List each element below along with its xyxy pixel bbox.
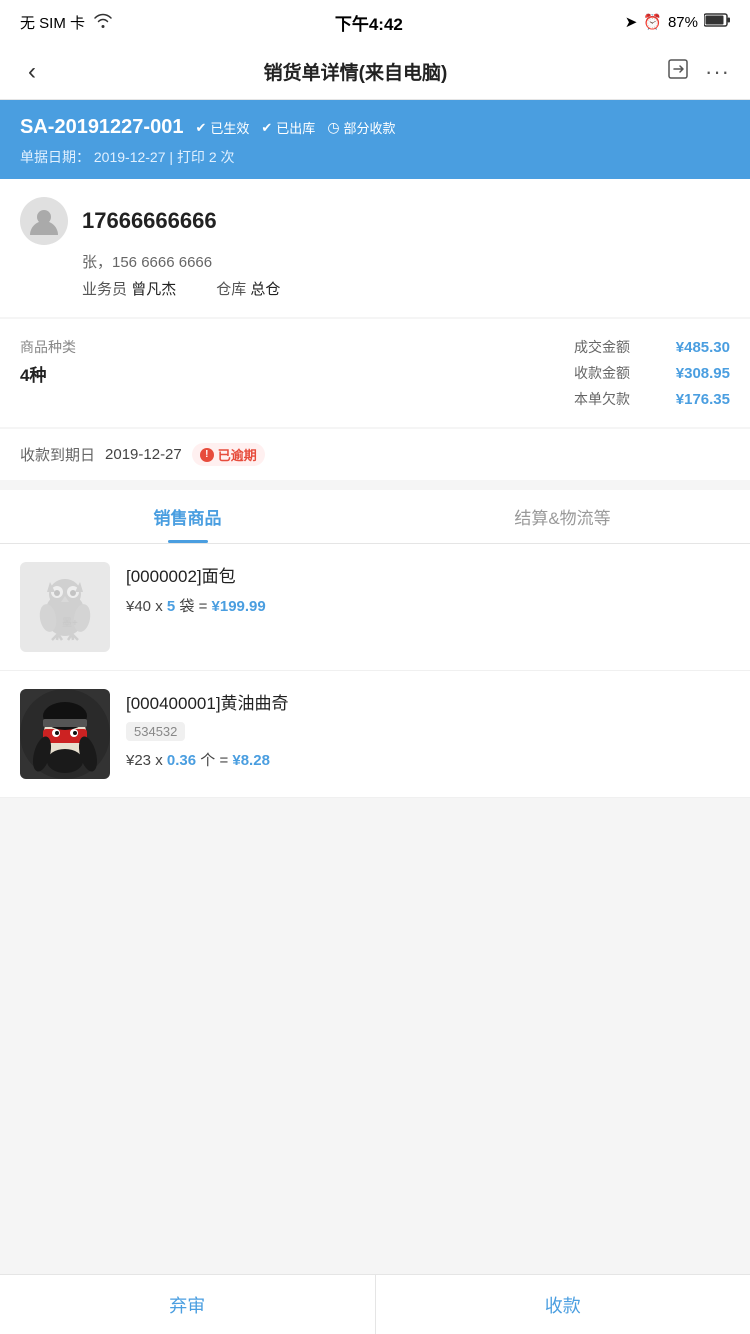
price-unit-2: ¥23 [126,752,151,769]
order-banner: SA-20191227-001 已生效 已出库 部分收款 单据日期： 2019-… [0,100,750,179]
product-item: 墨+ [0000002]面包 ¥40 x 5 袋 = ¥199.99 [0,544,750,671]
nav-actions: ··· [667,58,730,86]
multiply-sign-2: x [155,752,167,769]
customer-name-phone: 张，156 6666 6666 [82,251,730,272]
badge-effective: 已生效 [195,118,249,137]
alarm-icon: ⏰ [643,13,662,31]
badge-shipped: 已出库 [261,118,315,137]
due-date: 2019-12-27 [105,446,182,463]
price-unit-1: ¥40 [126,598,151,615]
customer-meta: 业务员 曾凡杰 仓库 总仓 [82,278,730,299]
financial-stats: 成交金额 ¥485.30 收款金额 ¥308.95 本单欠款 ¥176.35 [574,337,730,409]
warehouse-info: 仓库 总仓 [216,278,280,299]
debt-row: 本单欠款 ¥176.35 [574,389,730,409]
equals-1: = [199,598,212,615]
warehouse-label: 仓库 [216,281,246,298]
overdue-dot-icon: ! [200,448,214,462]
qty-2: 0.36 [167,752,196,769]
overdue-badge: ! 已逾期 [192,443,265,466]
salesperson-label: 业务员 [82,281,127,298]
amount-label: 成交金额 [574,337,630,357]
product-image-1: 墨+ [20,562,110,652]
product-price-2: ¥23 x 0.36 个 = ¥8.28 [126,749,730,770]
wifi-icon [93,12,113,32]
customer-section: 17666666666 张，156 6666 6666 业务员 曾凡杰 仓库 总… [0,179,750,317]
collected-label: 收款金额 [574,363,630,383]
badge-partial: 部分收款 [327,118,395,137]
unit-2: 个 [200,752,215,769]
tabs-section: 销售商品 结算&物流等 [0,490,750,544]
bottom-actions: 弃审 收款 [0,1274,750,1334]
salesperson-value: 曾凡杰 [131,281,176,298]
battery-level: 87% [668,14,698,31]
qty-1: 5 [167,598,175,615]
page-title: 销货单详情(来自电脑) [264,58,448,85]
cancel-review-button[interactable]: 弃审 [0,1275,376,1334]
order-date-info: 单据日期： 2019-12-27 | 打印 2 次 [20,147,730,167]
collected-value: ¥308.95 [650,365,730,382]
customer-avatar [20,197,68,245]
salesperson-info: 业务员 曾凡杰 [82,278,176,299]
stats-section: 商品种类 4种 成交金额 ¥485.30 收款金额 ¥308.95 本单欠款 ¥… [0,319,750,427]
type-label: 商品种类 [20,337,76,357]
amount-row: 成交金额 ¥485.30 [574,337,730,357]
amount-value: ¥485.30 [650,339,730,356]
battery-icon [704,13,730,31]
debt-label: 本单欠款 [574,389,630,409]
product-name-1: [0000002]面包 [126,562,730,587]
product-type-stat: 商品种类 4种 [20,337,76,386]
equals-2: = [219,752,232,769]
back-button[interactable]: ‹ [20,50,44,94]
svg-text:墨+: 墨+ [62,617,78,629]
collect-payment-button[interactable]: 收款 [376,1275,750,1334]
tab-sales-products[interactable]: 销售商品 [0,490,375,543]
status-left: 无 SIM 卡 [20,12,113,33]
nav-bar: ‹ 销货单详情(来自电脑) ··· [0,44,750,100]
status-bar: 无 SIM 卡 下午4:42 ➤ ⏰ 87% [0,0,750,44]
tab-settlement-logistics[interactable]: 结算&物流等 [375,490,750,543]
status-time: 下午4:42 [335,10,403,35]
total-2: ¥8.28 [232,752,270,769]
debt-value: ¥176.35 [650,391,730,408]
date-label: 单据日期： [20,149,90,165]
product-sku-2: 534532 [126,722,185,741]
type-count: 4种 [20,361,76,386]
status-right: ➤ ⏰ 87% [625,13,730,31]
print-label: 打印 [177,149,205,165]
order-id: SA-20191227-001 [20,116,183,139]
due-label: 收款到期日 [20,444,95,465]
order-date: 2019-12-27 [94,149,166,165]
total-1: ¥199.99 [212,598,266,615]
product-info-1: [0000002]面包 ¥40 x 5 袋 = ¥199.99 [126,562,730,616]
warehouse-value: 总仓 [250,281,280,298]
multiply-sign-1: x [155,598,167,615]
product-image-2 [20,689,110,779]
print-separator: | [169,149,177,165]
print-suffix: 次 [221,149,235,165]
customer-phone: 17666666666 [82,208,217,234]
product-item: [000400001]黄油曲奇 534532 ¥23 x 0.36 个 = ¥8… [0,671,750,798]
unit-1: 袋 [179,598,194,615]
collected-row: 收款金额 ¥308.95 [574,363,730,383]
due-date-section: 收款到期日 2019-12-27 ! 已逾期 [0,429,750,480]
product-price-1: ¥40 x 5 袋 = ¥199.99 [126,595,730,616]
more-icon[interactable]: ··· [705,59,730,85]
sim-status: 无 SIM 卡 [20,12,85,33]
product-name-2: [000400001]黄油曲奇 [126,689,730,714]
overdue-text: 已逾期 [218,445,257,464]
print-count: 2 [209,149,217,165]
products-section: 墨+ [0000002]面包 ¥40 x 5 袋 = ¥199.99 [0,544,750,798]
product-info-2: [000400001]黄油曲奇 534532 ¥23 x 0.36 个 = ¥8… [126,689,730,770]
location-icon: ➤ [625,13,638,31]
share-icon[interactable] [667,58,689,86]
